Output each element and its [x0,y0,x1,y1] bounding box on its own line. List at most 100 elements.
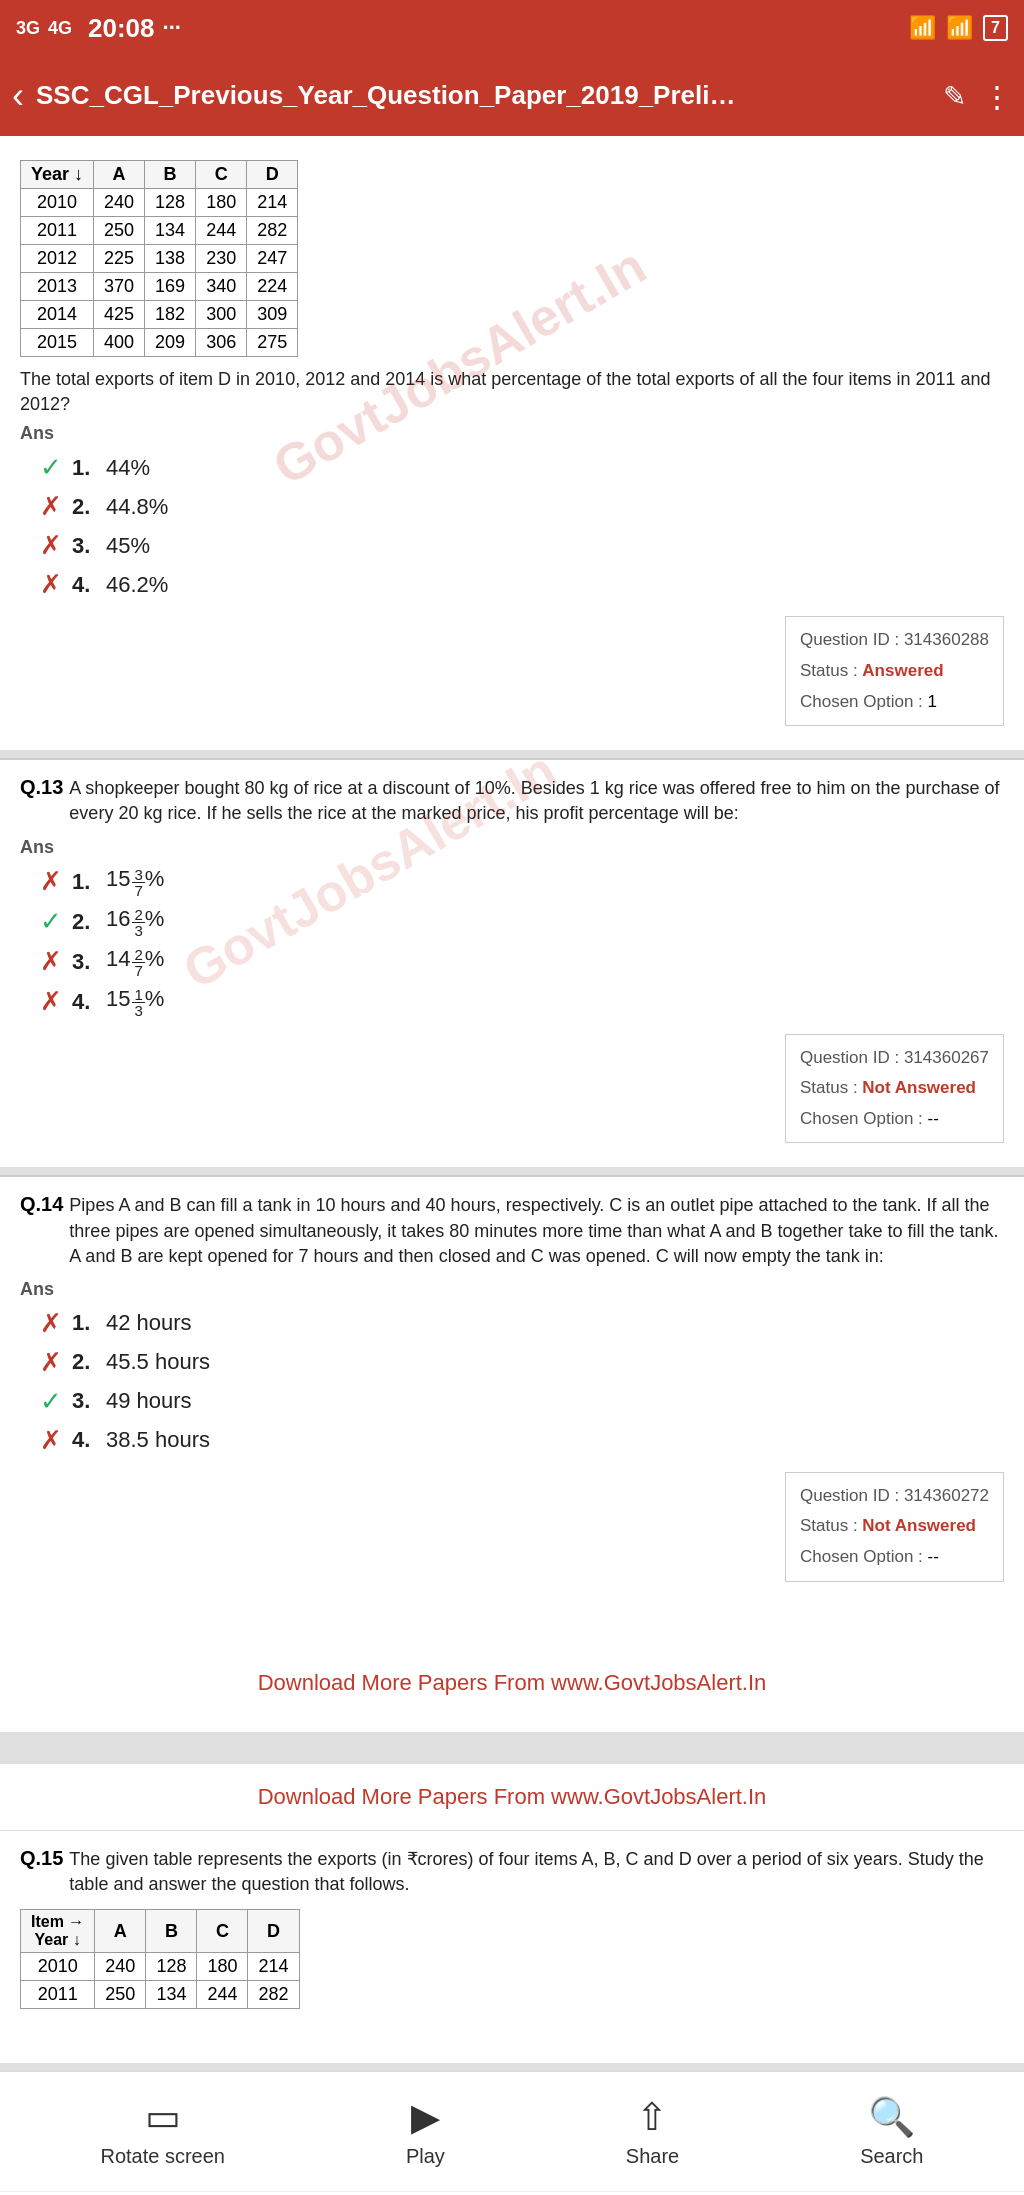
q12-option-2: ✗ 2. 44.8% [40,491,1004,522]
option-text: 14 27 % [106,946,164,978]
q12-id-line: Question ID : 314360288 [800,625,989,656]
q13-option-3: ✗ 3. 14 27 % [40,946,1004,978]
rotate-label: Rotate screen [100,2145,225,2168]
q12-id-section: Question ID : 314360288 Status : Answere… [20,608,1004,734]
option-number: 4. [72,572,96,598]
page-gap [0,1740,1024,1756]
signal-3g: 3G [16,18,40,39]
share-button[interactable]: ⇧ Share [626,2095,679,2168]
q13-id-box: Question ID : 314360267 Status : Not Ans… [785,1034,1004,1144]
option-text: 16 23 % [106,906,164,938]
search-button[interactable]: 🔍 Search [860,2095,923,2168]
q14-id-box: Question ID : 314360272 Status : Not Ans… [785,1472,1004,1582]
option-number: 3. [72,949,96,975]
option-text: 42 hours [106,1310,192,1336]
q13-options: ✗ 1. 15 37 % ✓ 2. 16 23 % [40,866,1004,1018]
option-text: 38.5 hours [106,1427,210,1453]
q13-id-line: Question ID : 314360267 [800,1043,989,1074]
signal-4g: 4G [48,18,72,39]
option-text: 46.2% [106,572,168,598]
q13-chosen-line: Chosen Option : -- [800,1104,989,1135]
wifi-icon: 📶 [909,15,936,41]
q14-option-1: ✗ 1. 42 hours [40,1308,1004,1339]
more-options-button[interactable]: ⋮ [982,79,1012,114]
table-header-c: C [197,1910,248,1953]
q14-label: Q.14 [20,1193,63,1216]
play-label: Play [406,2145,445,2168]
wrong-icon: ✗ [40,946,62,977]
option-number: 3. [72,1388,96,1414]
wrong-icon: ✗ [40,491,62,522]
q12-status-label: Status : [800,661,858,680]
q14-question-header: Q.14 Pipes A and B can fill a tank in 10… [20,1193,1004,1269]
q14-id-line: Question ID : 314360272 [800,1481,989,1512]
correct-icon: ✓ [40,906,62,937]
option-number: 4. [72,989,96,1015]
table-header-b: B [146,1910,197,1953]
q14-status-value: Not Answered [862,1516,976,1535]
battery-indicator: 7 [983,15,1008,41]
nav-icons: ✎ ⋮ [943,79,1012,114]
q12-status-line: Status : Answered [800,656,989,687]
q12-chosen-label: Chosen Option : [800,692,923,711]
page1-section: GovtJobsAlert.In Year ↓ A B C D 20102401… [0,136,1024,1740]
q12-ans-label: Ans [20,423,1004,444]
q15-label: Q.15 [20,1847,63,1870]
option-text: 49 hours [106,1388,192,1414]
q12-options: ✓ 1. 44% ✗ 2. 44.8% ✗ 3. 45% ✗ 4. 46.2% [40,452,1004,600]
option-text: 44.8% [106,494,168,520]
q14-option-2: ✗ 2. 45.5 hours [40,1347,1004,1378]
wrong-icon: ✗ [40,569,62,600]
rotate-icon: ▭ [145,2095,181,2139]
table-row: 2011250134244282 [21,217,298,245]
q13-ans-label: Ans [20,837,1004,858]
table-header-d: D [247,161,298,189]
status-bar: 3G 4G 20:08 ··· 📶 📶 7 [0,0,1024,56]
q14-chosen-label: Chosen Option : [800,1547,923,1566]
table-row: 2010240128180214 [21,1953,300,1981]
q14-question-text: Pipes A and B can fill a tank in 10 hour… [69,1193,1004,1269]
q14-id-label: Question ID : 314360272 [800,1486,989,1505]
q12-chosen-value: 1 [928,692,937,711]
q12-question-text: The total exports of item D in 2010, 201… [20,367,1004,417]
option-text: 15 37 % [106,866,164,898]
q15-question-header: Q.15 The given table represents the expo… [20,1847,1004,1897]
q14-option-4: ✗ 4. 38.5 hours [40,1425,1004,1456]
play-button[interactable]: ▶ Play [406,2095,445,2168]
option-number: 1. [72,1310,96,1336]
q13-option-2: ✓ 2. 16 23 % [40,906,1004,938]
table-row: 2014425182300309 [21,301,298,329]
table-overflow-indicator [20,2017,1004,2047]
wrong-icon: ✗ [40,986,62,1017]
table-header-item: Item →Year ↓ [21,1910,95,1953]
back-button[interactable]: ‹ [12,75,24,117]
wrong-icon: ✗ [40,1308,62,1339]
q14-chosen-value: -- [928,1547,939,1566]
option-number: 2. [72,494,96,520]
play-icon: ▶ [411,2095,440,2139]
q12-option-4: ✗ 4. 46.2% [40,569,1004,600]
table-header-year: Year ↓ [21,161,94,189]
edit-button[interactable]: ✎ [943,80,966,113]
table-header-d: D [248,1910,299,1953]
option-text: 45% [106,533,150,559]
wrong-icon: ✗ [40,866,62,897]
q13-label: Q.13 [20,776,63,799]
table-header-b: B [145,161,196,189]
wrong-icon: ✗ [40,1347,62,1378]
table-row: 2013370169340224 [21,273,298,301]
option-text: 44% [106,455,150,481]
rotate-screen-button[interactable]: ▭ Rotate screen [100,2095,225,2168]
q15-section: Q.15 The given table represents the expo… [0,1830,1024,2071]
option-number: 1. [72,869,96,895]
system-nav-bar: ☰ △ ◁ [0,2191,1024,2195]
table-header-c: C [196,161,247,189]
q15-question-text: The given table represents the exports (… [69,1847,1004,1897]
time-display: 20:08 [88,13,155,44]
q14-ans-label: Ans [20,1279,1004,1300]
nav-bar: ‹ SSC_CGL_Previous_Year_Question_Paper_2… [0,56,1024,136]
status-left: 3G 4G 20:08 ··· [16,13,181,44]
q13-chosen-label: Chosen Option : [800,1109,923,1128]
q12-id-label: Question ID : 314360288 [800,630,989,649]
q13-question-header: Q.13 A shopkeeper bought 80 kg of rice a… [20,776,1004,826]
